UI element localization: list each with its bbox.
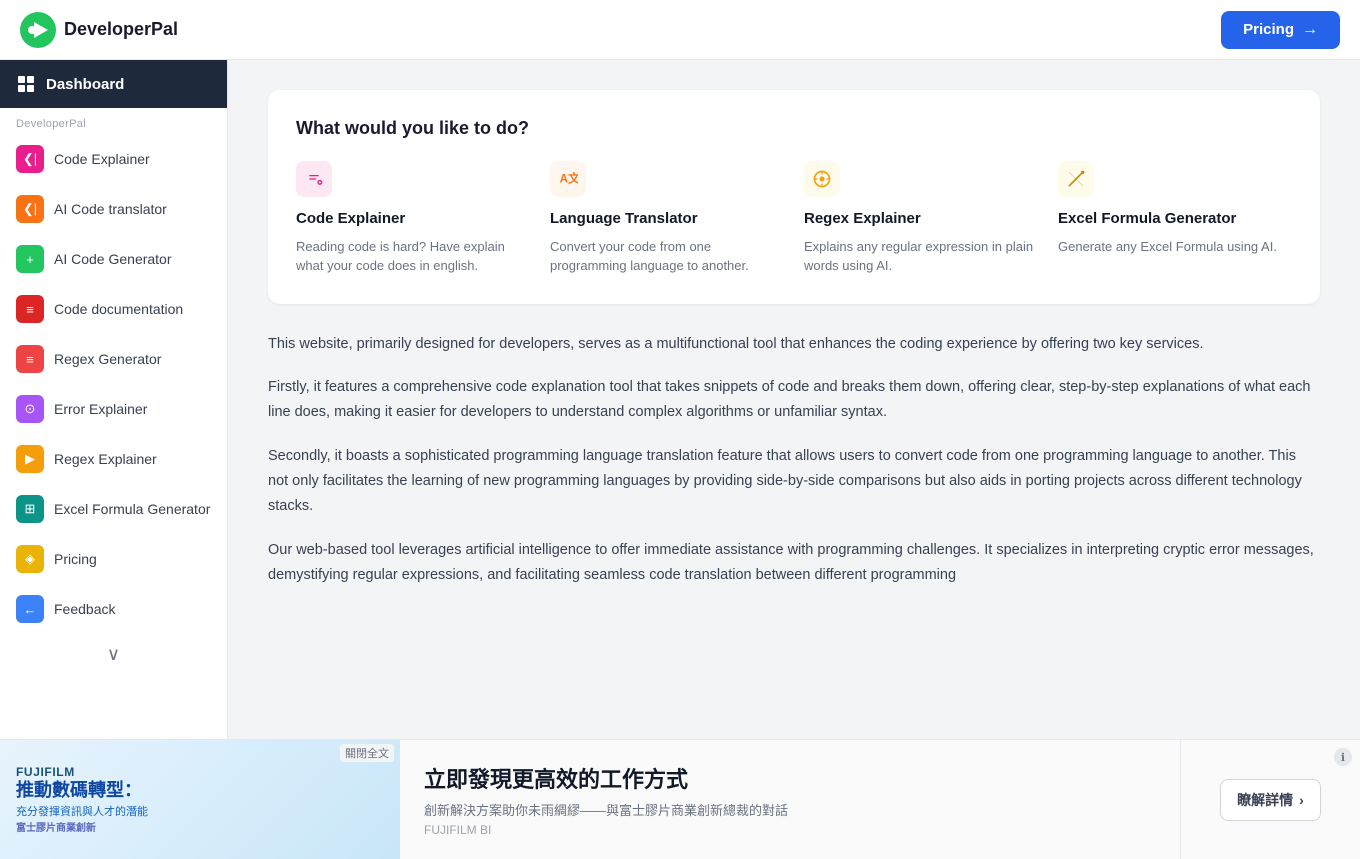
ai-code-translator-icon: ❮| — [16, 195, 44, 223]
logo-text: DeveloperPal — [64, 19, 178, 40]
sidebar-item-label: Feedback — [54, 601, 115, 617]
svg-text:A文: A文 — [560, 171, 578, 185]
sidebar-item-label: Code Explainer — [54, 151, 150, 167]
logo-icon — [20, 12, 56, 48]
error-explainer-icon: ⊙ — [16, 395, 44, 423]
ad-company-text: FUJIFILM BI — [424, 823, 1156, 837]
ad-sub-zh-1: 充分發揮資訊與人才的潛能 — [16, 803, 384, 819]
sidebar-item-regex-generator[interactable]: ≡ Regex Generator — [0, 334, 227, 384]
sidebar-item-ai-code-generator[interactable]: + AI Code Generator — [0, 234, 227, 284]
pricing-button-label: Pricing — [1243, 21, 1294, 38]
sidebar-item-pricing[interactable]: ◈ Pricing — [0, 534, 227, 584]
sidebar-item-label: Code documentation — [54, 301, 183, 317]
feature-code-explainer-name: Code Explainer — [296, 209, 530, 229]
regex-explainer-icon: ▶ — [16, 445, 44, 473]
description-section: This website, primarily designed for dev… — [268, 332, 1320, 589]
sidebar-item-excel-formula-generator[interactable]: ⊞ Excel Formula Generator — [0, 484, 227, 534]
regex-generator-icon: ≡ — [16, 345, 44, 373]
ad-cta-arrow: › — [1299, 792, 1304, 808]
dashboard-label: Dashboard — [46, 76, 124, 93]
sidebar-item-label: Regex Generator — [54, 351, 161, 367]
feature-item-language-translator[interactable]: A文 Language Translator Convert your code… — [550, 161, 784, 276]
description-para-3: Secondly, it boasts a sophisticated prog… — [268, 444, 1320, 520]
feature-card-title: What would you like to do? — [296, 118, 1292, 139]
sidebar-item-regex-explainer[interactable]: ▶ Regex Explainer — [0, 434, 227, 484]
description-para-4: Our web-based tool leverages artificial … — [268, 538, 1320, 589]
feature-excel-icon — [1058, 161, 1094, 197]
feature-item-code-explainer[interactable]: Code Explainer Reading code is hard? Hav… — [296, 161, 530, 276]
ad-headline-zh: 推動數碼轉型： — [16, 779, 384, 802]
sidebar-item-label: AI Code translator — [54, 201, 167, 217]
feedback-icon: ← — [16, 595, 44, 623]
description-para-1: This website, primarily designed for dev… — [268, 332, 1320, 357]
feature-regex-explainer-name: Regex Explainer — [804, 209, 1038, 229]
sidebar-collapse-button[interactable]: ∨ — [0, 634, 227, 675]
sidebar-item-ai-code-translator[interactable]: ❮| AI Code translator — [0, 184, 227, 234]
feature-regex-explainer-desc: Explains any regular expression in plain… — [804, 237, 1038, 276]
sidebar-section-label: DeveloperPal — [0, 108, 227, 134]
ad-text-section: 立即發現更高效的工作方式 創新解決方案助你未雨綢繆——與富士膠片商業創新總裁的對… — [400, 740, 1180, 859]
sidebar-item-error-explainer[interactable]: ⊙ Error Explainer — [0, 384, 227, 434]
sidebar-item-label: Excel Formula Generator — [54, 501, 210, 517]
sidebar-item-code-documentation[interactable]: ≡ Code documentation — [0, 284, 227, 334]
ad-brand: FUJIFILM — [16, 765, 384, 779]
feature-language-translator-name: Language Translator — [550, 209, 784, 229]
top-header: DeveloperPal Pricing → — [0, 0, 1360, 60]
excel-formula-generator-icon: ⊞ — [16, 495, 44, 523]
logo-area: DeveloperPal — [20, 12, 178, 48]
ad-close-button[interactable]: 關閉全文 — [340, 744, 394, 762]
pricing-header-button[interactable]: Pricing → — [1221, 11, 1340, 49]
feature-code-explainer-icon — [296, 161, 332, 197]
pricing-icon: ◈ — [16, 545, 44, 573]
sidebar-item-feedback[interactable]: ← Feedback — [0, 584, 227, 634]
sidebar-item-label: Pricing — [54, 551, 97, 567]
feature-grid: Code Explainer Reading code is hard? Hav… — [296, 161, 1292, 276]
feature-excel-name: Excel Formula Generator — [1058, 209, 1292, 229]
ad-main-text: 立即發現更高效的工作方式 — [424, 762, 1156, 794]
ad-cta-label: 瞭解詳情 — [1237, 790, 1293, 810]
ad-info-icon[interactable]: ℹ — [1334, 748, 1352, 766]
sidebar-item-label: AI Code Generator — [54, 251, 172, 267]
sidebar-item-dashboard[interactable]: Dashboard — [0, 60, 227, 108]
feature-card: What would you like to do? Code Explaine… — [268, 90, 1320, 304]
feature-excel-desc: Generate any Excel Formula using AI. — [1058, 237, 1292, 257]
feature-item-regex-explainer[interactable]: Regex Explainer Explains any regular exp… — [804, 161, 1038, 276]
sidebar-item-label: Regex Explainer — [54, 451, 157, 467]
ai-code-generator-icon: + — [16, 245, 44, 273]
ad-cta-section: ℹ 瞭解詳情 › — [1180, 740, 1360, 859]
code-explainer-icon: ❮| — [16, 145, 44, 173]
ad-sub-zh-2: 富士膠片商業創新 — [16, 819, 384, 834]
dashboard-icon — [16, 74, 36, 94]
code-documentation-icon: ≡ — [16, 295, 44, 323]
feature-code-explainer-desc: Reading code is hard? Have explain what … — [296, 237, 530, 276]
sidebar-item-code-explainer[interactable]: ❮| Code Explainer — [0, 134, 227, 184]
feature-language-translator-icon: A文 — [550, 161, 586, 197]
pricing-button-arrow: → — [1302, 21, 1318, 39]
ad-image-section: FUJIFILM 推動數碼轉型： 充分發揮資訊與人才的潛能 富士膠片商業創新 關… — [0, 740, 400, 859]
feature-regex-explainer-icon — [804, 161, 840, 197]
ad-cta-button[interactable]: 瞭解詳情 › — [1220, 779, 1321, 821]
description-para-2: Firstly, it features a comprehensive cod… — [268, 375, 1320, 426]
feature-language-translator-desc: Convert your code from one programming l… — [550, 237, 784, 276]
feature-item-excel-formula-generator[interactable]: Excel Formula Generator Generate any Exc… — [1058, 161, 1292, 276]
ad-banner: FUJIFILM 推動數碼轉型： 充分發揮資訊與人才的潛能 富士膠片商業創新 關… — [0, 739, 1360, 859]
ad-sub-text: 創新解決方案助你未雨綢繆——與富士膠片商業創新總裁的對話 — [424, 800, 1156, 819]
sidebar-item-label: Error Explainer — [54, 401, 147, 417]
